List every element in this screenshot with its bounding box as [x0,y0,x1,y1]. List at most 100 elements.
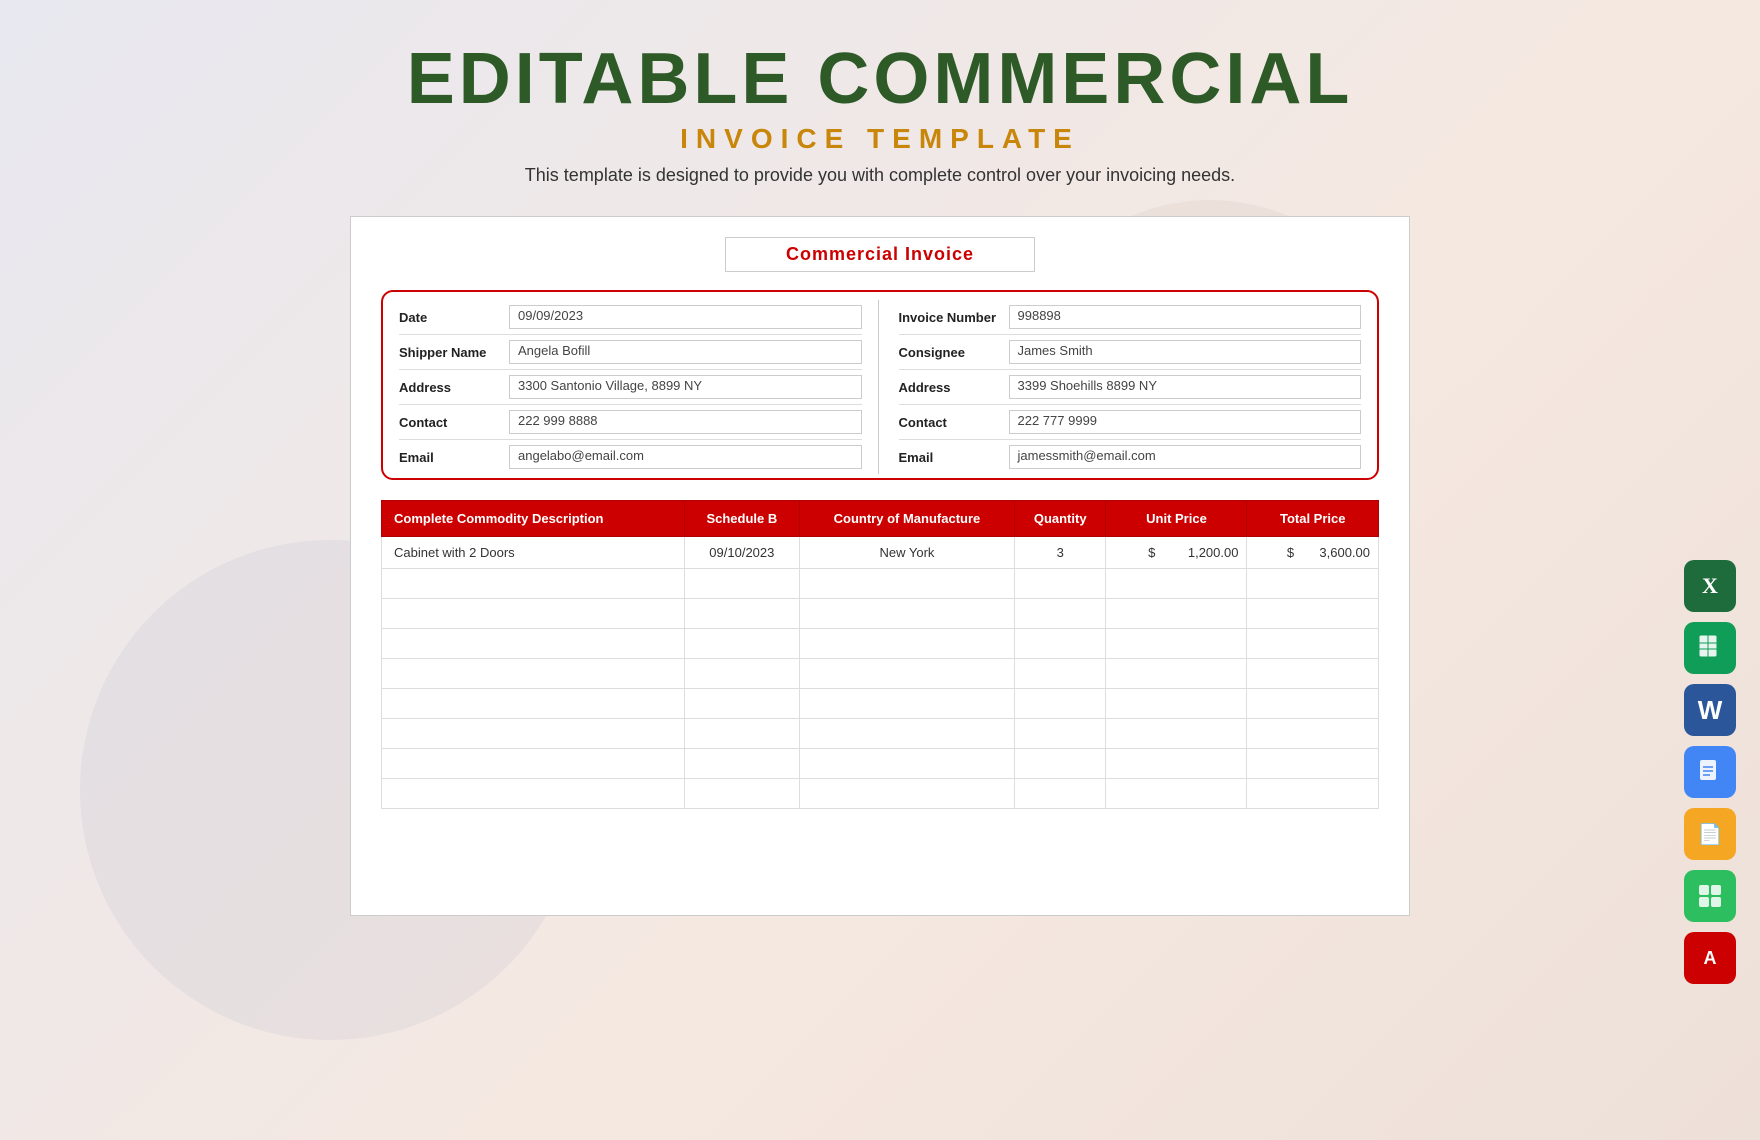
shipper-name-value[interactable]: Angela Bofill [509,340,862,364]
empty-cell [800,779,1015,809]
docs-svg [1696,758,1724,786]
col-total-price: Total Price [1247,501,1379,537]
numbers-icon[interactable] [1684,870,1736,922]
empty-cell [1247,689,1379,719]
table-row [382,719,1379,749]
shipper-address-value[interactable]: 3300 Santonio Village, 8899 NY [509,375,862,399]
col-description: Complete Commodity Description [382,501,685,537]
consignee-contact-label: Contact [899,415,1009,430]
empty-cell [382,689,685,719]
col-country: Country of Manufacture [800,501,1015,537]
invoice-number-row: Invoice Number 998898 [899,300,1362,335]
empty-cell [1247,719,1379,749]
info-section: Date 09/09/2023 Shipper Name Angela Bofi… [381,290,1379,480]
col-quantity: Quantity [1014,501,1106,537]
excel-icon[interactable]: X [1684,560,1736,612]
empty-cell [1247,599,1379,629]
consignee-contact-value[interactable]: 222 777 9999 [1009,410,1362,434]
consignee-name-row: Consignee James Smith [899,335,1362,370]
table-row [382,629,1379,659]
empty-cell [1106,719,1247,749]
shipper-email-value[interactable]: angelabo@email.com [509,445,862,469]
row1-total-price[interactable]: $ 3,600.00 [1247,537,1379,569]
consignee-email-value[interactable]: jamessmith@email.com [1009,445,1362,469]
pages-icon[interactable]: 📄 [1684,808,1736,860]
row1-unit-price[interactable]: $ 1,200.00 [1106,537,1247,569]
invoice-title-box: Commercial Invoice [725,237,1035,272]
empty-cell [800,629,1015,659]
consignee-contact-row: Contact 222 777 9999 [899,405,1362,440]
table-header-row: Complete Commodity Description Schedule … [382,501,1379,537]
consignee-email-label: Email [899,450,1009,465]
sheets-icon[interactable] [1684,622,1736,674]
row1-quantity[interactable]: 3 [1014,537,1106,569]
table-row: Cabinet with 2 Doors 09/10/2023 New York… [382,537,1379,569]
row1-country[interactable]: New York [800,537,1015,569]
empty-cell [1247,659,1379,689]
empty-cell [382,629,685,659]
empty-cell [1014,779,1106,809]
invoice-table: Complete Commodity Description Schedule … [381,500,1379,809]
shipper-col: Date 09/09/2023 Shipper Name Angela Bofi… [399,300,879,474]
shipper-address-label: Address [399,380,509,395]
empty-cell [1106,749,1247,779]
pdf-icon[interactable]: A [1684,932,1736,984]
empty-cell [1014,659,1106,689]
sidebar-icons: X W 📄 A [1684,560,1736,984]
table-row [382,599,1379,629]
empty-cell [1106,569,1247,599]
empty-cell [800,599,1015,629]
empty-cell [684,629,799,659]
date-label: Date [399,310,509,325]
consignee-email-row: Email jamessmith@email.com [899,440,1362,474]
empty-cell [800,659,1015,689]
shipper-name-row: Shipper Name Angela Bofill [399,335,862,370]
empty-cell [1014,689,1106,719]
empty-cell [1014,719,1106,749]
empty-cell [382,719,685,749]
empty-cell [684,599,799,629]
empty-cell [684,689,799,719]
empty-cell [382,779,685,809]
empty-cell [1106,659,1247,689]
docs-icon[interactable] [1684,746,1736,798]
empty-cell [1106,599,1247,629]
empty-cell [1106,629,1247,659]
row1-description[interactable]: Cabinet with 2 Doors [382,537,685,569]
invoice-number-value[interactable]: 998898 [1009,305,1362,329]
shipper-contact-value[interactable]: 222 999 8888 [509,410,862,434]
empty-cell [1247,779,1379,809]
consignee-label: Consignee [899,345,1009,360]
table-row [382,569,1379,599]
page-container: EDITABLE COMMERCIAL INVOICE TEMPLATE Thi… [0,0,1760,936]
word-icon[interactable]: W [1684,684,1736,736]
consignee-value[interactable]: James Smith [1009,340,1362,364]
empty-cell [1247,629,1379,659]
empty-cell [382,599,685,629]
empty-cell [684,779,799,809]
invoice-card: Commercial Invoice Date 09/09/2023 Shipp… [350,216,1410,916]
invoice-title-label: Commercial Invoice [786,244,974,264]
empty-cell [1014,569,1106,599]
table-row [382,689,1379,719]
empty-cell [1247,749,1379,779]
empty-cell [1106,689,1247,719]
invoice-number-label: Invoice Number [899,310,1009,325]
shipper-contact-label: Contact [399,415,509,430]
date-value[interactable]: 09/09/2023 [509,305,862,329]
empty-cell [800,749,1015,779]
row1-schedule-b[interactable]: 09/10/2023 [684,537,799,569]
sub-title: INVOICE TEMPLATE [680,123,1080,155]
empty-cell [684,749,799,779]
consignee-address-label: Address [899,380,1009,395]
numbers-svg [1696,882,1724,910]
empty-cell [684,719,799,749]
empty-cell [800,569,1015,599]
table-row [382,749,1379,779]
empty-cell [1014,629,1106,659]
empty-cell [382,569,685,599]
description: This template is designed to provide you… [525,165,1235,186]
empty-cell [382,659,685,689]
shipper-address-row: Address 3300 Santonio Village, 8899 NY [399,370,862,405]
consignee-address-value[interactable]: 3399 Shoehills 8899 NY [1009,375,1362,399]
